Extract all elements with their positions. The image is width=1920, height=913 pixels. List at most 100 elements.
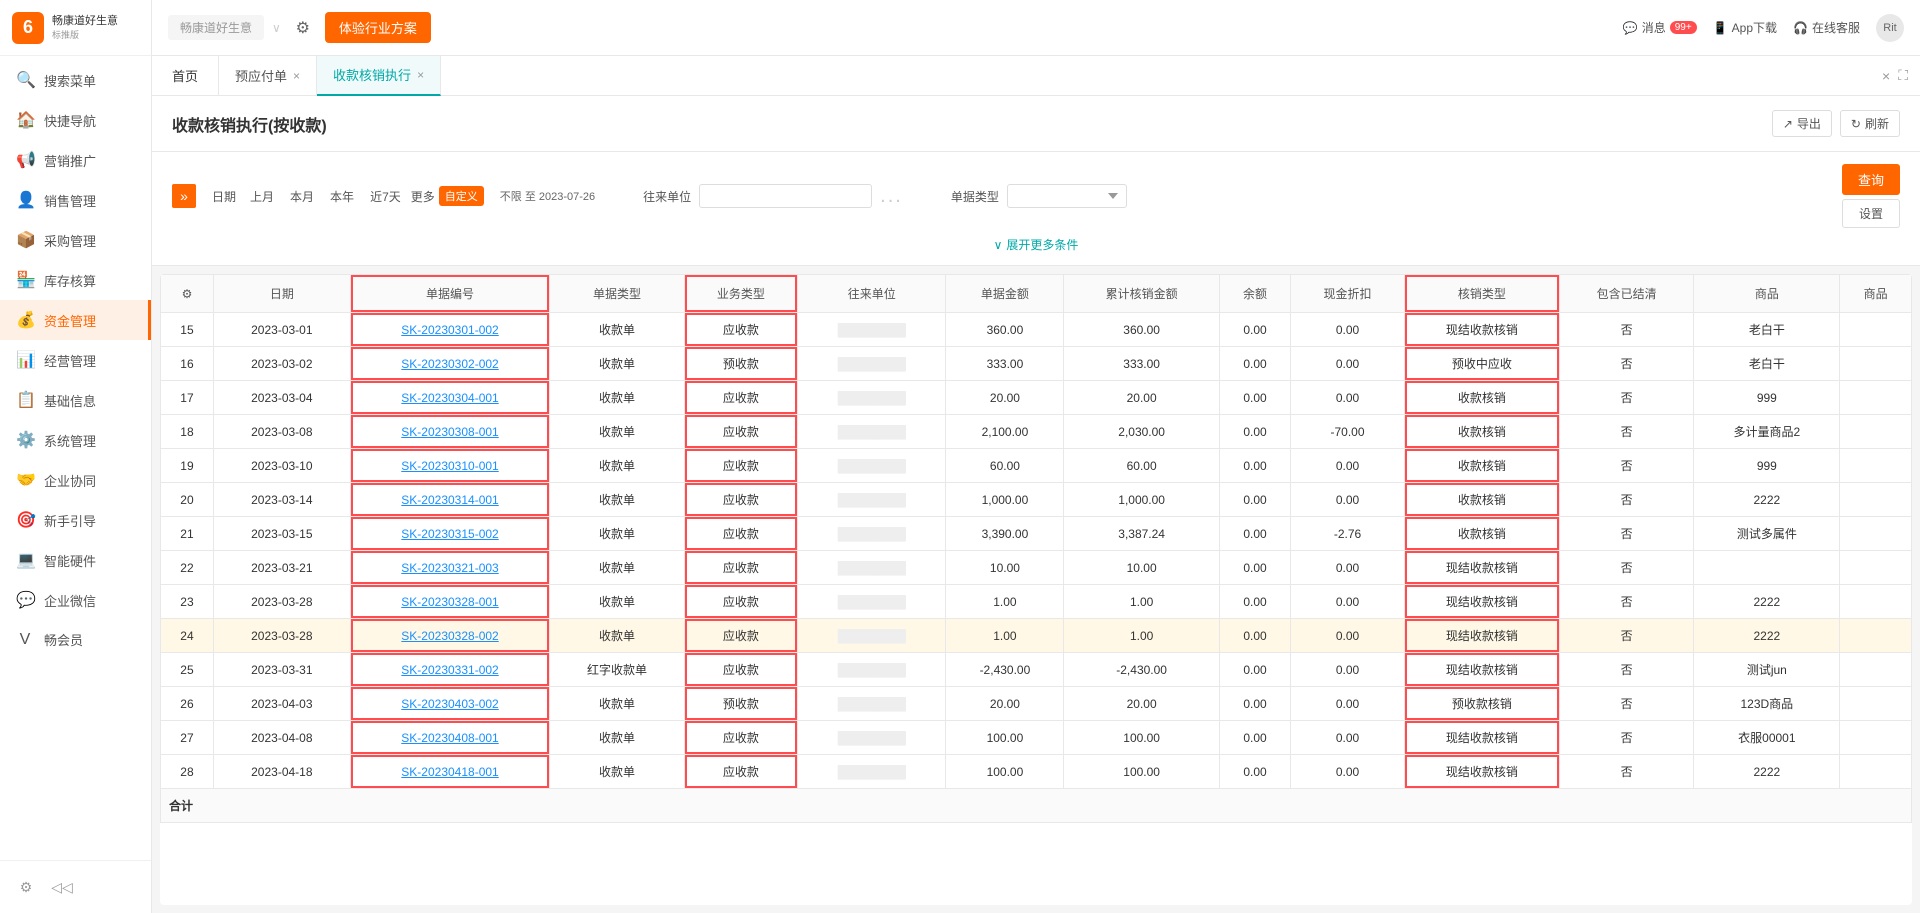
messages-btn[interactable]: 💬 消息 99+ bbox=[1623, 19, 1697, 36]
expand-label: 展开更多条件 bbox=[1006, 236, 1078, 253]
cell-include-settled: 否 bbox=[1560, 449, 1694, 483]
sidebar-item-finance[interactable]: 💰资金管理 bbox=[0, 300, 151, 340]
header-gear-btn[interactable]: ⚙ bbox=[289, 14, 317, 42]
order-no-link[interactable]: SK-20230314-001 bbox=[401, 493, 498, 507]
expand-chevron-icon: ∨ bbox=[994, 238, 1003, 252]
cell-cancel-amount: 60.00 bbox=[1064, 449, 1219, 483]
cell-partner: ████████ bbox=[798, 449, 946, 483]
sidebar-label-wechat: 企业微信 bbox=[44, 591, 96, 610]
sidebar-item-quicknav[interactable]: 🏠快捷导航 bbox=[0, 100, 151, 140]
tab-receivable[interactable]: 预应付单 × bbox=[219, 56, 317, 96]
th-amount: 单据金额 bbox=[946, 275, 1064, 313]
th-order-no: 单据编号 bbox=[350, 275, 550, 313]
sidebar-item-purchase[interactable]: 📦采购管理 bbox=[0, 220, 151, 260]
cell-product2 bbox=[1840, 313, 1912, 347]
solution-btn[interactable]: 体验行业方案 bbox=[325, 12, 431, 43]
refresh-btn[interactable]: ↻ 刷新 bbox=[1840, 110, 1900, 137]
cell-order-no: SK-20230321-003 bbox=[350, 551, 550, 585]
app-download-btn[interactable]: 📱 App下载 bbox=[1713, 19, 1777, 36]
cell-cancel-amount: 1,000.00 bbox=[1064, 483, 1219, 517]
cell-order-type: 收款单 bbox=[550, 551, 684, 585]
sidebar-item-corp[interactable]: 🤝企业协同 bbox=[0, 460, 151, 500]
sidebar-label-operation: 经营管理 bbox=[44, 351, 96, 370]
tab-home[interactable]: 首页 bbox=[152, 56, 219, 96]
sidebar-collapse-btn[interactable]: ◁◁ bbox=[48, 873, 76, 901]
sidebar: 6 畅康道好生意 标推版 🔍搜索菜单🏠快捷导航📢营销推广👤销售管理📦采购管理🏪库… bbox=[0, 0, 152, 913]
cell-order-no: SK-20230304-001 bbox=[350, 381, 550, 415]
query-btn[interactable]: 查询 bbox=[1842, 164, 1900, 195]
cell-balance: 0.00 bbox=[1219, 517, 1291, 551]
cell-cancel-type: 收款核销 bbox=[1404, 483, 1559, 517]
cell-date: 2023-03-02 bbox=[213, 347, 350, 381]
order-no-link[interactable]: SK-20230308-001 bbox=[401, 425, 498, 439]
date-btn-7days[interactable]: 近7天 bbox=[364, 185, 407, 208]
cell-date: 2023-04-03 bbox=[213, 687, 350, 721]
order-no-link[interactable]: SK-20230304-001 bbox=[401, 391, 498, 405]
sidebar-icon-inventory: 🏪 bbox=[16, 270, 34, 290]
partner-label: 往来单位 bbox=[643, 188, 691, 205]
order-no-link[interactable]: SK-20230301-002 bbox=[401, 323, 498, 337]
cell-no: 28 bbox=[161, 755, 214, 789]
sidebar-item-basic[interactable]: 📋基础信息 bbox=[0, 380, 151, 420]
order-no-link[interactable]: SK-20230315-002 bbox=[401, 527, 498, 541]
cell-product: 测试多属件 bbox=[1694, 517, 1840, 551]
user-avatar[interactable]: Rit bbox=[1876, 14, 1904, 42]
order-no-link[interactable]: SK-20230310-001 bbox=[401, 459, 498, 473]
sidebar-item-operation[interactable]: 📊经营管理 bbox=[0, 340, 151, 380]
sidebar-icon-system: ⚙️ bbox=[16, 430, 34, 450]
online-service-btn[interactable]: 🎧 在线客服 bbox=[1793, 19, 1860, 36]
sidebar-item-system[interactable]: ⚙️系统管理 bbox=[0, 420, 151, 460]
date-btn-this-month[interactable]: 本月 bbox=[284, 185, 320, 208]
order-no-link[interactable]: SK-20230302-002 bbox=[401, 357, 498, 371]
order-type-select[interactable] bbox=[1007, 184, 1127, 208]
sidebar-item-sales[interactable]: 👤销售管理 bbox=[0, 180, 151, 220]
filter-settings-btn[interactable]: 设置 bbox=[1842, 199, 1900, 228]
order-no-link[interactable]: SK-20230418-001 bbox=[401, 765, 498, 779]
sidebar-settings-btn[interactable]: ⚙ bbox=[12, 873, 40, 901]
filter-expand-btn[interactable]: » bbox=[172, 184, 196, 208]
date-btn-custom[interactable]: 自定义 bbox=[439, 186, 484, 206]
th-settings[interactable]: ⚙ bbox=[161, 275, 214, 313]
order-no-link[interactable]: SK-20230408-001 bbox=[401, 731, 498, 745]
date-btn-more[interactable]: 更多 bbox=[411, 188, 435, 205]
cell-order-type: 收款单 bbox=[550, 585, 684, 619]
sidebar-item-search[interactable]: 🔍搜索菜单 bbox=[0, 60, 151, 100]
cell-order-type: 收款单 bbox=[550, 313, 684, 347]
sidebar-item-member[interactable]: V畅会员 bbox=[0, 620, 151, 659]
tab-receivable-close[interactable]: × bbox=[293, 69, 300, 83]
sidebar-label-newbie: 新手引导 bbox=[44, 511, 96, 530]
sidebar-item-inventory[interactable]: 🏪库存核算 bbox=[0, 260, 151, 300]
cell-date: 2023-04-08 bbox=[213, 721, 350, 755]
order-no-link[interactable]: SK-20230331-002 bbox=[401, 663, 498, 677]
cell-order-type: 收款单 bbox=[550, 381, 684, 415]
sidebar-menu: 🔍搜索菜单🏠快捷导航📢营销推广👤销售管理📦采购管理🏪库存核算💰资金管理📊经营管理… bbox=[0, 56, 151, 860]
cell-product: 123D商品 bbox=[1694, 687, 1840, 721]
cell-product: 999 bbox=[1694, 449, 1840, 483]
partner-input[interactable] bbox=[699, 184, 872, 208]
cell-partner: ████████ bbox=[798, 347, 946, 381]
sidebar-icon-finance: 💰 bbox=[16, 310, 34, 330]
page-title-actions: ↗ 导出 ↻ 刷新 bbox=[1772, 110, 1900, 137]
date-btn-prev-month[interactable]: 上月 bbox=[244, 185, 280, 208]
breadcrumb-area: 畅康道好生意 ∨ ⚙ 体验行业方案 bbox=[168, 12, 1611, 43]
tab-collection-close[interactable]: × bbox=[417, 68, 424, 82]
export-btn[interactable]: ↗ 导出 bbox=[1772, 110, 1832, 137]
order-no-link[interactable]: SK-20230328-001 bbox=[401, 595, 498, 609]
cell-include-settled: 否 bbox=[1560, 619, 1694, 653]
order-no-link[interactable]: SK-20230328-002 bbox=[401, 629, 498, 643]
date-btn-this-year[interactable]: 本年 bbox=[324, 185, 360, 208]
sidebar-label-sales: 销售管理 bbox=[44, 191, 96, 210]
sidebar-item-newbie[interactable]: 🎯新手引导 bbox=[0, 500, 151, 540]
cell-biz-type: 应收款 bbox=[684, 483, 797, 517]
cell-order-type: 收款单 bbox=[550, 619, 684, 653]
sidebar-item-marketing[interactable]: 📢营销推广 bbox=[0, 140, 151, 180]
date-label: 日期 bbox=[212, 188, 236, 205]
sidebar-item-wechat[interactable]: 💬企业微信 bbox=[0, 580, 151, 620]
tab-expand-btn[interactable]: ⛶ bbox=[1898, 67, 1908, 84]
order-no-link[interactable]: SK-20230403-002 bbox=[401, 697, 498, 711]
order-no-link[interactable]: SK-20230321-003 bbox=[401, 561, 498, 575]
tab-collection[interactable]: 收款核销执行 × bbox=[317, 56, 441, 96]
sidebar-item-hardware[interactable]: 💻智能硬件 bbox=[0, 540, 151, 580]
tab-close-all-btn[interactable]: × bbox=[1882, 68, 1890, 84]
expand-conditions-btn[interactable]: ∨ 展开更多条件 bbox=[172, 236, 1900, 253]
